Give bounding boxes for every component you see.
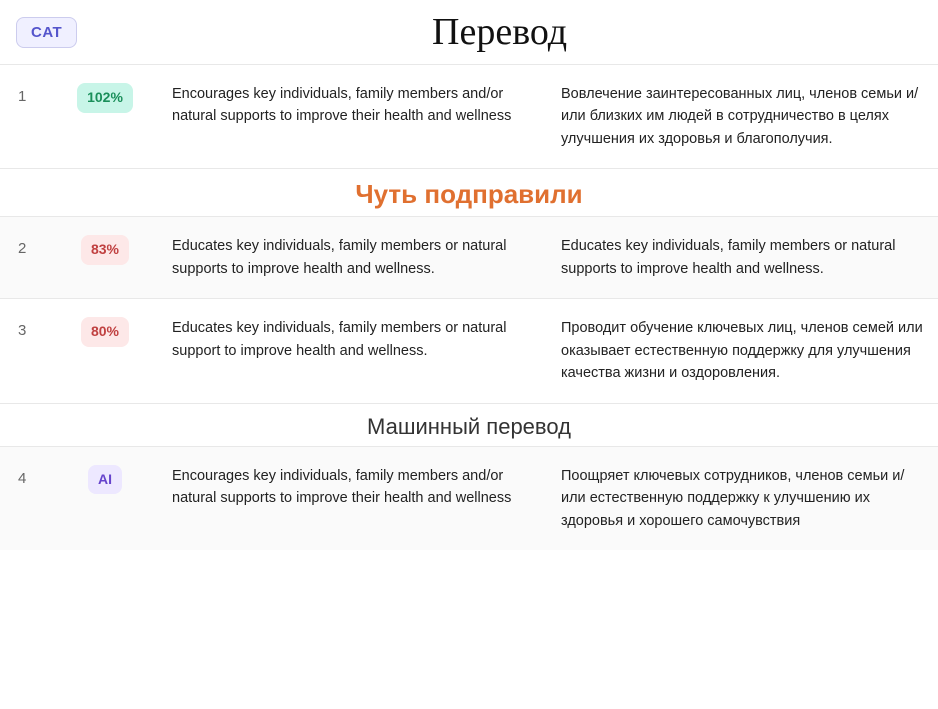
row-badge-cell: 80%: [50, 299, 160, 365]
table-row: 1 102% Encourages key individuals, family …: [0, 65, 938, 169]
table-row: 3 80% Educates key individuals, family mem…: [0, 299, 938, 403]
original-text: Educates key individuals, family members…: [160, 299, 549, 380]
translated-text: Поощряет ключевых сотрудников, членов се…: [549, 447, 938, 550]
section-label: Машинный перевод: [0, 404, 938, 446]
original-text: Encourages key individuals, family membe…: [160, 447, 549, 528]
top-bar: CAT Перевод: [0, 0, 938, 65]
original-text: Encourages key individuals, family membe…: [160, 65, 549, 146]
score-badge: 80%: [81, 317, 129, 347]
row-badge-cell: 102%: [50, 65, 160, 131]
section-divider: Машинный перевод: [0, 404, 938, 447]
score-badge: 102%: [77, 83, 133, 113]
section-label: Чуть подправили: [0, 169, 938, 216]
row-badge-cell: 83%: [50, 217, 160, 283]
row-number: 3: [0, 299, 50, 360]
translated-text: Educates key individuals, family members…: [549, 217, 938, 298]
page-title: Перевод: [77, 10, 922, 54]
score-badge: AI: [88, 465, 122, 495]
table-row: 2 83% Educates key individuals, family mem…: [0, 217, 938, 299]
translated-text: Проводит обучение ключевых лиц, членов с…: [549, 299, 938, 402]
original-text: Educates key individuals, family members…: [160, 217, 549, 298]
table-container: 1 102% Encourages key individuals, family …: [0, 65, 938, 550]
score-badge: 83%: [81, 235, 129, 265]
row-number: 1: [0, 65, 50, 126]
row-number: 4: [0, 447, 50, 508]
table-row: 4 AI Encourages key individuals, family me…: [0, 447, 938, 550]
translated-text: Вовлечение заинтересованных лиц, членов …: [549, 65, 938, 168]
section-divider: Чуть подправили: [0, 169, 938, 217]
row-badge-cell: AI: [50, 447, 160, 513]
row-number: 2: [0, 217, 50, 278]
cat-badge[interactable]: CAT: [16, 17, 77, 48]
